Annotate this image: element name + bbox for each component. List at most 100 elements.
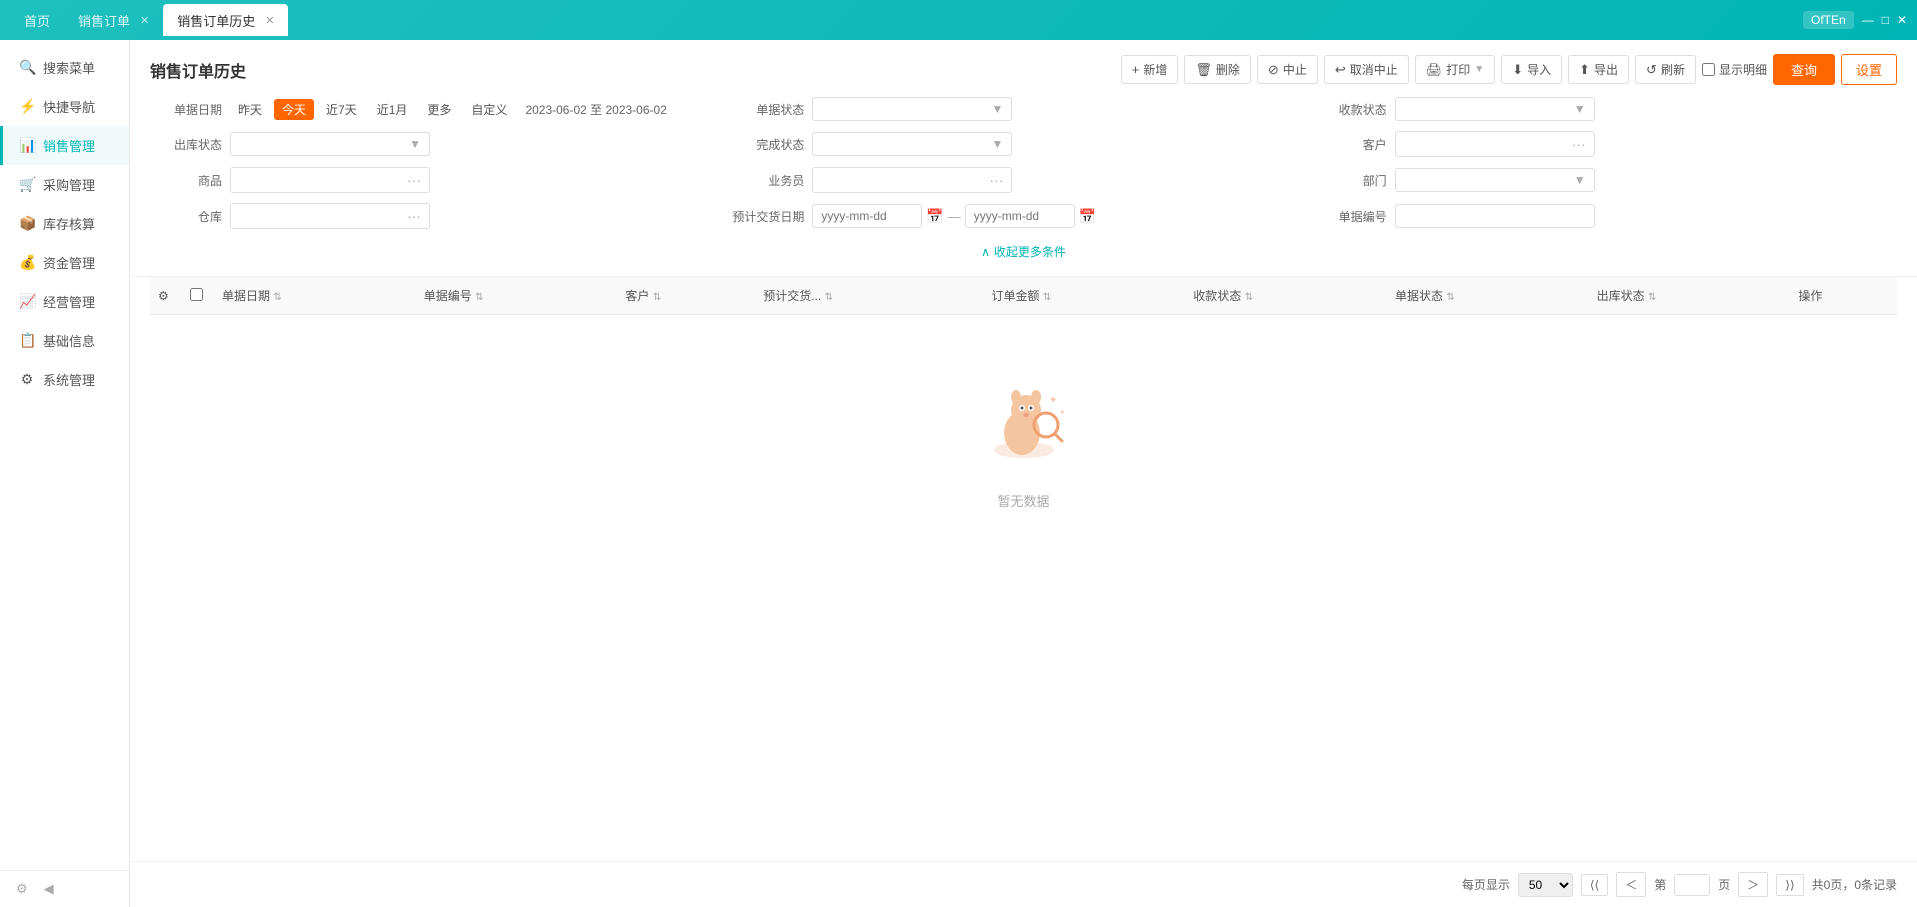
sidebar-item-ops-mgmt[interactable]: 📈 经营管理 — [0, 282, 129, 321]
customer-field: ··· — [1395, 131, 1897, 157]
delivery-date-start[interactable] — [812, 204, 922, 228]
warehouse-dots[interactable]: ··· — [407, 208, 421, 224]
delete-button[interactable]: 🗑 删除 — [1184, 55, 1251, 84]
sales-mgmt-icon: 📊 — [19, 137, 35, 154]
sidebar-item-capital-mgmt[interactable]: 💰 资金管理 — [0, 243, 129, 282]
date-tab-today[interactable]: 今天 — [274, 99, 314, 120]
complete-status-select[interactable]: ▼ — [812, 132, 1012, 156]
sidebar-item-search-menu[interactable]: 🔍 搜索菜单 — [0, 48, 129, 87]
th-customer[interactable]: 客户 ⇅ — [617, 277, 755, 315]
gear-icon[interactable]: ⚙ — [158, 289, 169, 303]
sidebar-item-quick-nav[interactable]: ⚡ 快捷导航 — [0, 87, 129, 126]
th-order-status[interactable]: 单据状态 ⇅ — [1387, 277, 1589, 315]
refresh-button[interactable]: ↺ 刷新 — [1635, 55, 1696, 84]
window-min-icon[interactable]: — — [1862, 13, 1874, 27]
tab-sales-order-history[interactable]: 销售订单历史 ✕ — [163, 4, 288, 36]
tab-sales-order-close[interactable]: ✕ — [140, 14, 149, 27]
warehouse-select[interactable]: ··· — [230, 203, 430, 229]
out-status-label: 出库状态 — [150, 136, 230, 153]
th-out-status[interactable]: 出库状态 ⇅ — [1589, 277, 1791, 315]
sidebar-item-sales-mgmt[interactable]: 📊 销售管理 — [0, 126, 129, 165]
product-select[interactable]: ··· — [230, 167, 430, 193]
out-status-select[interactable]: ▼ — [230, 132, 430, 156]
empty-state: ✦ ✦ 暂无数据 — [150, 315, 1897, 570]
inventory-icon: 📦 — [19, 215, 35, 232]
collapse-button[interactable]: ∧ 收起更多条件 — [150, 239, 1897, 264]
data-table: ⚙ 单据日期 ⇅ 单据编号 ⇅ — [150, 277, 1897, 315]
add-button[interactable]: + 新增 — [1121, 55, 1179, 84]
sidebar-item-sys-mgmt[interactable]: ⚙ 系统管理 — [0, 360, 129, 399]
date-tab-1month[interactable]: 近1月 — [369, 99, 416, 120]
sidebar-item-inventory[interactable]: 📦 库存核算 — [0, 204, 129, 243]
import-button[interactable]: ⬇ 导入 — [1501, 55, 1562, 84]
window-close-icon[interactable]: ✕ — [1897, 13, 1907, 27]
dept-label: 部门 — [1315, 172, 1395, 189]
sidebar-item-base-info[interactable]: 📋 基础信息 — [0, 321, 129, 360]
tab-sales-order[interactable]: 销售订单 ✕ — [64, 4, 163, 36]
date-tab-7days[interactable]: 近7天 — [318, 99, 365, 120]
salesperson-select[interactable]: ··· — [812, 167, 1012, 193]
delivery-date-end[interactable] — [965, 204, 1075, 228]
th-amount-sort[interactable]: ⇅ — [1043, 292, 1051, 303]
date-tab-more[interactable]: 更多 — [419, 99, 459, 120]
display-toggle[interactable]: 显示明细 — [1702, 61, 1767, 78]
customer-dots[interactable]: ··· — [1572, 136, 1586, 152]
payment-status-select[interactable]: ▼ — [1395, 97, 1595, 121]
delete-icon: 🗑 — [1195, 62, 1212, 78]
delivery-date-end-cal[interactable]: 📅 — [1079, 208, 1096, 225]
th-amount[interactable]: 订单金额 ⇅ — [984, 277, 1186, 315]
page-input[interactable]: 1 — [1674, 874, 1710, 896]
order-status-field: ▼ — [812, 97, 1314, 121]
th-date[interactable]: 单据日期 ⇅ — [214, 277, 416, 315]
sidebar-label-sales-mgmt: 销售管理 — [43, 136, 95, 155]
th-order-status-sort[interactable]: ⇅ — [1446, 292, 1454, 303]
last-page-button[interactable]: ⟩⟩ — [1776, 874, 1803, 896]
sidebar-settings-icon[interactable]: ⚙ — [16, 881, 28, 897]
dept-arrow: ▼ — [1574, 173, 1586, 187]
stop-button[interactable]: ⊘ 中止 — [1257, 55, 1318, 84]
setting-button[interactable]: 设置 — [1841, 54, 1897, 85]
dept-select[interactable]: ▼ — [1395, 168, 1595, 192]
th-amount-label: 订单金额 — [992, 289, 1040, 303]
next-page-button[interactable]: ＞ — [1738, 872, 1768, 897]
date-tab-yesterday[interactable]: 昨天 — [230, 99, 270, 120]
order-number-input[interactable] — [1395, 204, 1595, 228]
tab-home[interactable]: 首页 — [10, 4, 64, 36]
product-dots[interactable]: ··· — [407, 172, 421, 188]
export-button[interactable]: ⬆ 导出 — [1568, 55, 1629, 84]
select-all-checkbox[interactable] — [190, 288, 203, 301]
date-field: 昨天 今天 近7天 近1月 更多 自定义 2023-06-02 至 2023-0… — [230, 99, 732, 120]
th-number-sort[interactable]: ⇅ — [475, 292, 483, 303]
th-payment-status-sort[interactable]: ⇅ — [1245, 292, 1253, 303]
cancel-stop-button[interactable]: ↩ 取消中止 — [1324, 55, 1409, 84]
query-button[interactable]: 查询 — [1773, 54, 1835, 85]
th-date-sort[interactable]: ⇅ — [273, 292, 281, 303]
first-page-button[interactable]: ⟨⟨ — [1581, 874, 1608, 896]
th-number[interactable]: 单据编号 ⇅ — [416, 277, 618, 315]
sidebar-collapse-icon[interactable]: ◀ — [44, 881, 54, 897]
th-delivery-sort[interactable]: ⇅ — [825, 292, 833, 303]
delivery-date-dash: — — [948, 209, 961, 224]
prev-page-button[interactable]: ＜ — [1616, 872, 1646, 897]
customer-select[interactable]: ··· — [1395, 131, 1595, 157]
th-check[interactable] — [182, 277, 214, 315]
th-payment-status[interactable]: 收款状态 ⇅ — [1185, 277, 1387, 315]
tab-sales-order-history-close[interactable]: ✕ — [265, 14, 274, 27]
per-page-select[interactable]: 50 10 20 100 — [1518, 873, 1573, 897]
print-dropdown-icon: ▼ — [1474, 64, 1484, 75]
date-tab-custom[interactable]: 自定义 — [463, 99, 515, 120]
display-toggle-checkbox[interactable] — [1702, 63, 1715, 76]
filter-row-4: 仓库 ··· 预计交货日期 📅 — 📅 — [150, 203, 1897, 229]
th-out-status-sort[interactable]: ⇅ — [1648, 292, 1656, 303]
sidebar-label-inventory: 库存核算 — [43, 214, 95, 233]
th-gear[interactable]: ⚙ — [150, 277, 182, 315]
complete-status-label: 完成状态 — [732, 136, 812, 153]
window-max-icon[interactable]: □ — [1882, 13, 1889, 27]
th-customer-sort[interactable]: ⇅ — [653, 292, 661, 303]
th-delivery[interactable]: 预计交货... ⇅ — [755, 277, 983, 315]
sidebar-item-purchase-mgmt[interactable]: 🛒 采购管理 — [0, 165, 129, 204]
delivery-date-start-cal[interactable]: 📅 — [926, 208, 943, 225]
order-status-select[interactable]: ▼ — [812, 97, 1012, 121]
print-button[interactable]: 🖨 打印 ▼ — [1415, 55, 1495, 84]
salesperson-dots[interactable]: ··· — [989, 172, 1003, 188]
